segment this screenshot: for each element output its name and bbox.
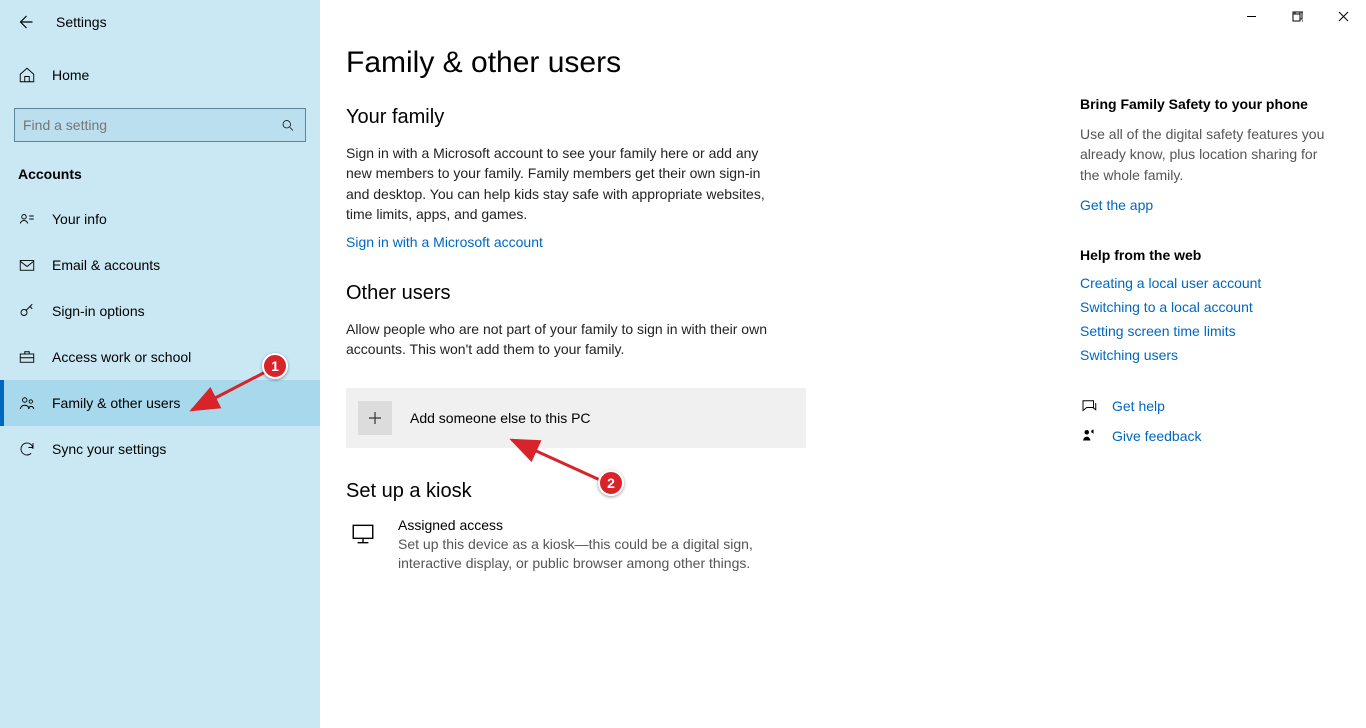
main: Family & other users Your family Sign in… bbox=[320, 0, 1366, 728]
monitor-icon bbox=[350, 521, 376, 547]
sidebar-section: Accounts bbox=[0, 142, 320, 196]
mail-icon bbox=[18, 256, 36, 274]
window-controls bbox=[1228, 0, 1366, 32]
nav-family-other-users[interactable]: Family & other users bbox=[0, 380, 320, 426]
help-link[interactable]: Creating a local user account bbox=[1080, 275, 1330, 291]
maximize-button[interactable] bbox=[1274, 0, 1320, 32]
other-users-heading: Other users bbox=[346, 282, 806, 305]
help-link[interactable]: Switching users bbox=[1080, 347, 1330, 363]
person-card-icon bbox=[18, 210, 36, 228]
window-title: Settings bbox=[56, 14, 107, 30]
nav-label: Email & accounts bbox=[52, 257, 160, 273]
family-safety-title: Bring Family Safety to your phone bbox=[1080, 96, 1330, 112]
sidebar: Settings Home Accounts Your info Email &… bbox=[0, 0, 320, 728]
people-icon bbox=[18, 394, 36, 412]
home-icon bbox=[18, 66, 36, 84]
nav-your-info[interactable]: Your info bbox=[0, 196, 320, 242]
assigned-access-title: Assigned access bbox=[398, 517, 758, 533]
your-family-text: Sign in with a Microsoft account to see … bbox=[346, 143, 786, 224]
kiosk-heading: Set up a kiosk bbox=[346, 480, 806, 503]
chat-icon bbox=[1080, 397, 1098, 415]
close-button[interactable] bbox=[1320, 0, 1366, 32]
nav-label: Access work or school bbox=[52, 349, 191, 365]
back-icon[interactable] bbox=[16, 13, 34, 31]
add-someone-button[interactable]: Add someone else to this PC bbox=[346, 388, 806, 448]
assigned-access-desc: Set up this device as a kiosk—this could… bbox=[398, 535, 758, 574]
add-someone-label: Add someone else to this PC bbox=[410, 410, 591, 426]
assigned-access-row[interactable]: Assigned access Set up this device as a … bbox=[346, 517, 806, 574]
feedback-row[interactable]: Give feedback bbox=[1080, 427, 1330, 445]
feedback-icon bbox=[1080, 427, 1098, 445]
feedback-link[interactable]: Give feedback bbox=[1112, 428, 1202, 444]
right-column: Bring Family Safety to your phone Use al… bbox=[1080, 46, 1340, 728]
nav-label: Sync your settings bbox=[52, 441, 166, 457]
nav-access-work-school[interactable]: Access work or school bbox=[0, 334, 320, 380]
nav-home-label: Home bbox=[52, 67, 89, 83]
search-input[interactable] bbox=[23, 117, 279, 133]
signin-ms-link[interactable]: Sign in with a Microsoft account bbox=[346, 234, 806, 250]
help-link[interactable]: Switching to a local account bbox=[1080, 299, 1330, 315]
get-app-link[interactable]: Get the app bbox=[1080, 197, 1330, 213]
your-family-heading: Your family bbox=[346, 106, 806, 129]
nav-email-accounts[interactable]: Email & accounts bbox=[0, 242, 320, 288]
key-icon bbox=[18, 302, 36, 320]
nav-label: Your info bbox=[52, 211, 107, 227]
plus-icon bbox=[358, 401, 392, 435]
other-users-text: Allow people who are not part of your fa… bbox=[346, 319, 786, 360]
sync-icon bbox=[18, 440, 36, 458]
nav-signin-options[interactable]: Sign-in options bbox=[0, 288, 320, 334]
nav-home[interactable]: Home bbox=[0, 52, 320, 98]
family-safety-text: Use all of the digital safety features y… bbox=[1080, 124, 1330, 185]
page-title: Family & other users bbox=[346, 46, 806, 80]
help-link[interactable]: Setting screen time limits bbox=[1080, 323, 1330, 339]
nav-label: Family & other users bbox=[52, 395, 180, 411]
get-help-row[interactable]: Get help bbox=[1080, 397, 1330, 415]
nav-label: Sign-in options bbox=[52, 303, 145, 319]
search-icon bbox=[279, 118, 297, 133]
minimize-button[interactable] bbox=[1228, 0, 1274, 32]
nav-sync-settings[interactable]: Sync your settings bbox=[0, 426, 320, 472]
search-box[interactable] bbox=[14, 108, 306, 142]
help-web-title: Help from the web bbox=[1080, 247, 1330, 263]
briefcase-icon bbox=[18, 348, 36, 366]
get-help-link[interactable]: Get help bbox=[1112, 398, 1165, 414]
